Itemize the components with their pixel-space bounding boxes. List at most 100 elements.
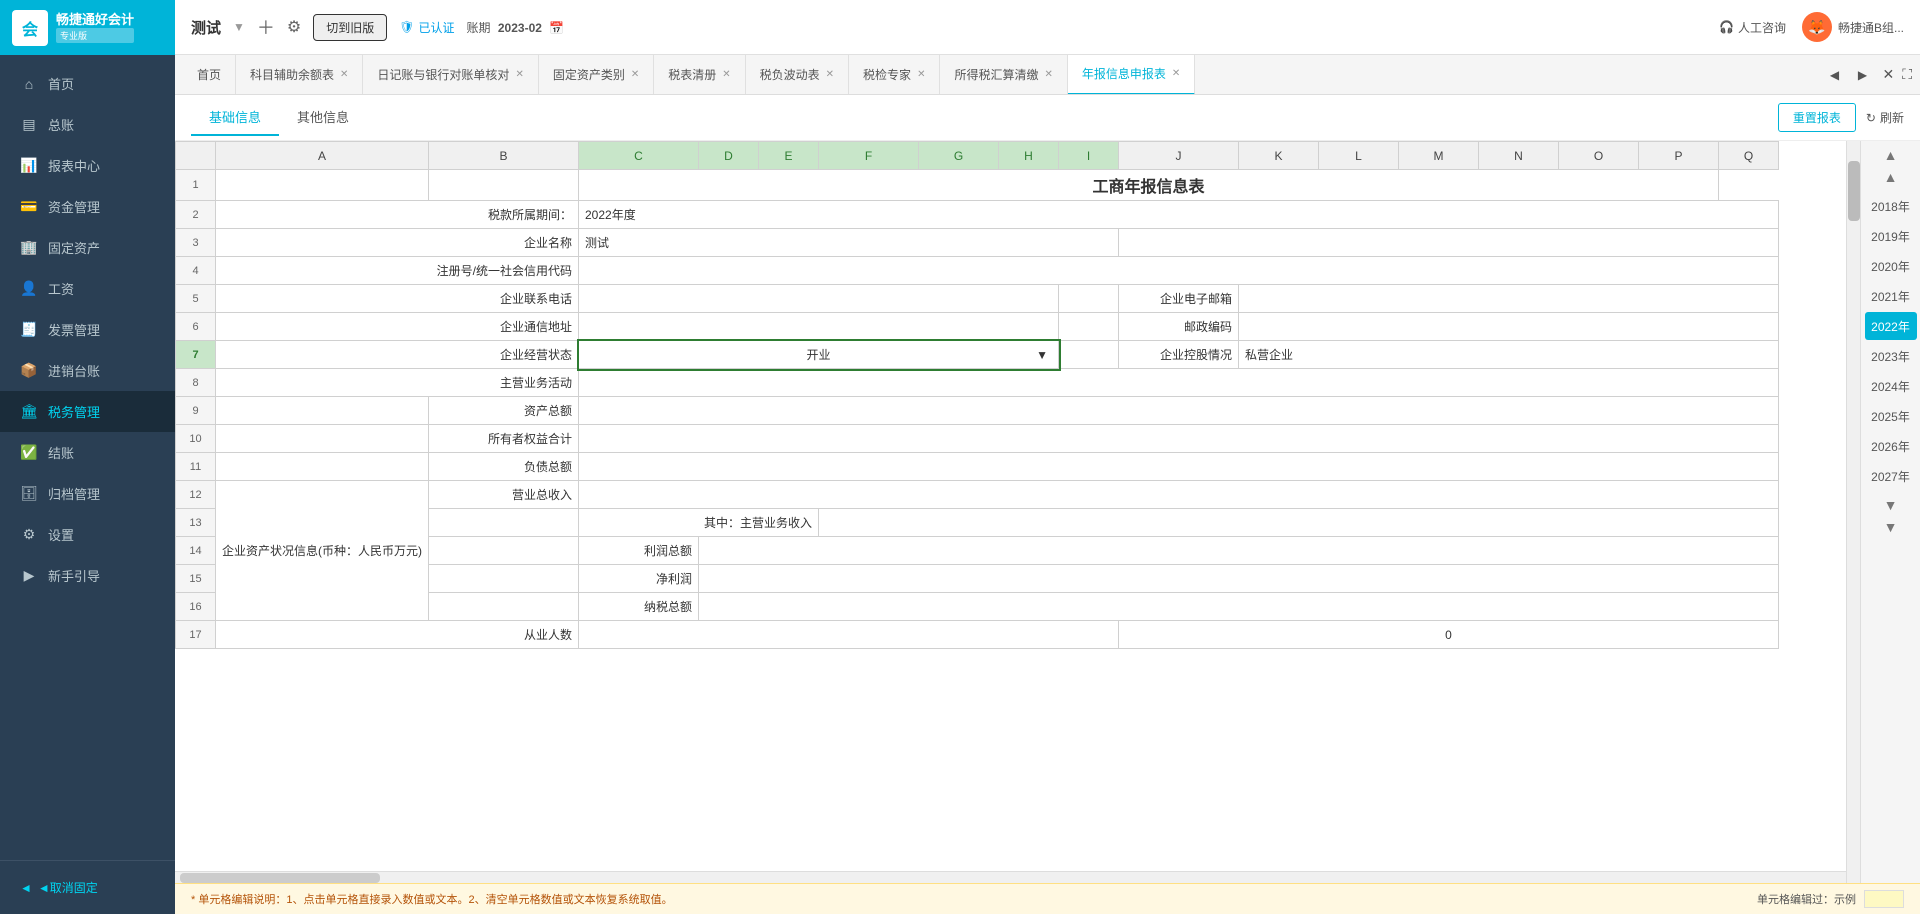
cell-a8[interactable]: 主营业务活动 xyxy=(216,369,579,397)
tab-aux[interactable]: 科目辅助余额表 ✕ xyxy=(236,55,363,95)
tab-tax-expert[interactable]: 税检专家 ✕ xyxy=(849,55,940,95)
cell-b1[interactable] xyxy=(429,170,579,201)
cell-d16[interactable] xyxy=(699,593,1779,621)
pin-button[interactable]: ◄ ◄取消固定 xyxy=(0,871,175,904)
horizontal-scrollbar[interactable] xyxy=(175,871,1846,883)
cell-c11[interactable] xyxy=(579,453,1779,481)
cell-j17[interactable]: 0 xyxy=(1119,621,1779,649)
dropdown-arrow-icon[interactable]: ▼ xyxy=(1036,348,1048,362)
sidebar-item-settle[interactable]: ✅ 结账 xyxy=(0,432,175,473)
tab-prev-button[interactable]: ◀ xyxy=(1822,63,1846,87)
cell-c6[interactable] xyxy=(579,313,1059,341)
tab-close-fixed[interactable]: ✕ xyxy=(631,69,639,80)
vertical-scrollbar[interactable] xyxy=(1846,141,1860,883)
col-header-o[interactable]: O xyxy=(1559,142,1639,170)
cell-a5[interactable]: 企业联系电话 xyxy=(216,285,579,313)
cell-i5[interactable] xyxy=(1059,285,1119,313)
topbar-dropdown-arrow[interactable]: ▼ xyxy=(233,20,245,34)
user-menu[interactable]: 🦊 畅捷通B组... xyxy=(1802,12,1904,42)
cell-j5[interactable]: 企业电子邮箱 xyxy=(1119,285,1239,313)
year-nav-down2-button[interactable]: ▼ xyxy=(1882,517,1900,537)
cell-c7[interactable]: 开业 ▼ xyxy=(579,341,1059,369)
tab-close-tax-expert[interactable]: ✕ xyxy=(917,69,925,80)
sidebar-item-guide[interactable]: ▶ 新手引导 xyxy=(0,555,175,596)
year-2020[interactable]: 2020年 xyxy=(1865,252,1917,280)
col-header-p[interactable]: P xyxy=(1639,142,1719,170)
col-header-d[interactable]: D xyxy=(699,142,759,170)
year-2025[interactable]: 2025年 xyxy=(1865,402,1917,430)
cell-c8[interactable] xyxy=(579,369,1779,397)
col-header-n[interactable]: N xyxy=(1479,142,1559,170)
topbar-settings-icon[interactable]: ⚙ xyxy=(287,17,301,37)
sidebar-item-invoice[interactable]: 🧾 发票管理 xyxy=(0,309,175,350)
year-2023[interactable]: 2023年 xyxy=(1865,342,1917,370)
sidebar-item-tax[interactable]: 🏛 税务管理 xyxy=(0,391,175,432)
year-nav-up-button[interactable]: ▲ xyxy=(1882,145,1900,165)
tab-journal[interactable]: 日记账与银行对账单核对 ✕ xyxy=(363,55,538,95)
cell-a10[interactable] xyxy=(216,425,429,453)
reset-button[interactable]: 重置报表 xyxy=(1778,103,1856,132)
tab-expand-button[interactable]: ⛶ xyxy=(1902,66,1912,83)
cell-c3[interactable]: 测试 xyxy=(579,229,1119,257)
subtab-other[interactable]: 其他信息 xyxy=(279,99,367,136)
year-2022[interactable]: 2022年 xyxy=(1865,312,1917,340)
col-header-c[interactable]: C xyxy=(579,142,699,170)
tab-income-tax[interactable]: 所得税汇算清缴 ✕ xyxy=(940,55,1067,95)
old-version-button[interactable]: 切到旧版 xyxy=(313,14,387,41)
cell-title[interactable]: 工商年报信息表 xyxy=(579,170,1719,201)
col-header-a[interactable]: A xyxy=(216,142,429,170)
cell-a12[interactable]: 企业资产状况信息(币种：人民币万元) xyxy=(216,481,429,621)
year-2019[interactable]: 2019年 xyxy=(1865,222,1917,250)
tab-home[interactable]: 首页 xyxy=(183,55,236,95)
tab-close-journal[interactable]: ✕ xyxy=(515,69,523,80)
tab-tax-return[interactable]: 税表清册 ✕ xyxy=(654,55,745,95)
tab-fixed-asset[interactable]: 固定资产类别 ✕ xyxy=(539,55,654,95)
cell-d15[interactable] xyxy=(699,565,1779,593)
help-button[interactable]: 🎧 人工咨询 xyxy=(1719,19,1786,36)
cell-a11[interactable] xyxy=(216,453,429,481)
cell-a2[interactable]: 税款所属期间： xyxy=(216,201,579,229)
sidebar-item-home[interactable]: ⌂ 首页 xyxy=(0,63,175,104)
cell-a4[interactable]: 注册号/统一社会信用代码 xyxy=(216,257,579,285)
col-header-l[interactable]: L xyxy=(1319,142,1399,170)
cell-a3[interactable]: 企业名称 xyxy=(216,229,579,257)
tab-close-annual[interactable]: ✕ xyxy=(1172,68,1180,79)
sidebar-item-fixed[interactable]: 🏢 固定资产 xyxy=(0,227,175,268)
tab-close-all-button[interactable]: ✕ xyxy=(1882,66,1894,83)
col-header-j[interactable]: J xyxy=(1119,142,1239,170)
cell-c10[interactable] xyxy=(579,425,1779,453)
tab-close-aux[interactable]: ✕ xyxy=(340,69,348,80)
calendar-icon[interactable]: 📅 xyxy=(549,21,564,35)
cell-b16[interactable] xyxy=(429,593,579,621)
cell-c16[interactable]: 纳税总额 xyxy=(579,593,699,621)
cell-c17[interactable] xyxy=(579,621,1119,649)
cell-k7[interactable]: 私营企业 xyxy=(1239,341,1779,369)
cell-b9[interactable]: 资产总额 xyxy=(429,397,579,425)
cell-b14[interactable] xyxy=(429,537,579,565)
year-nav-up2-button[interactable]: ▲ xyxy=(1882,167,1900,187)
col-header-m[interactable]: M xyxy=(1399,142,1479,170)
col-header-h[interactable]: H xyxy=(999,142,1059,170)
sidebar-item-archive[interactable]: 🗄 归档管理 xyxy=(0,473,175,514)
cell-c12[interactable] xyxy=(579,481,1779,509)
year-nav-down-button[interactable]: ▼ xyxy=(1882,495,1900,515)
cell-b12[interactable]: 营业总收入 xyxy=(429,481,579,509)
sidebar-item-ledger[interactable]: ▤ 总账 xyxy=(0,104,175,145)
cell-i7[interactable] xyxy=(1059,341,1119,369)
cell-j6[interactable]: 邮政编码 xyxy=(1119,313,1239,341)
year-2024[interactable]: 2024年 xyxy=(1865,372,1917,400)
cell-d14[interactable] xyxy=(699,537,1779,565)
tab-tax-wave[interactable]: 税负波动表 ✕ xyxy=(746,55,849,95)
topbar-add-button[interactable]: ＋ xyxy=(257,14,275,40)
cell-a1[interactable] xyxy=(216,170,429,201)
sidebar-item-report[interactable]: 📊 报表中心 xyxy=(0,145,175,186)
cell-c9[interactable] xyxy=(579,397,1779,425)
sidebar-item-fund[interactable]: 💳 资金管理 xyxy=(0,186,175,227)
cell-b10[interactable]: 所有者权益合计 xyxy=(429,425,579,453)
year-2021[interactable]: 2021年 xyxy=(1865,282,1917,310)
scrollbar-thumb[interactable] xyxy=(1848,161,1860,221)
refresh-button[interactable]: ↻ 刷新 xyxy=(1866,109,1904,126)
col-header-i[interactable]: I xyxy=(1059,142,1119,170)
sidebar-item-purchase[interactable]: 📦 进销台账 xyxy=(0,350,175,391)
cell-i6[interactable] xyxy=(1059,313,1119,341)
